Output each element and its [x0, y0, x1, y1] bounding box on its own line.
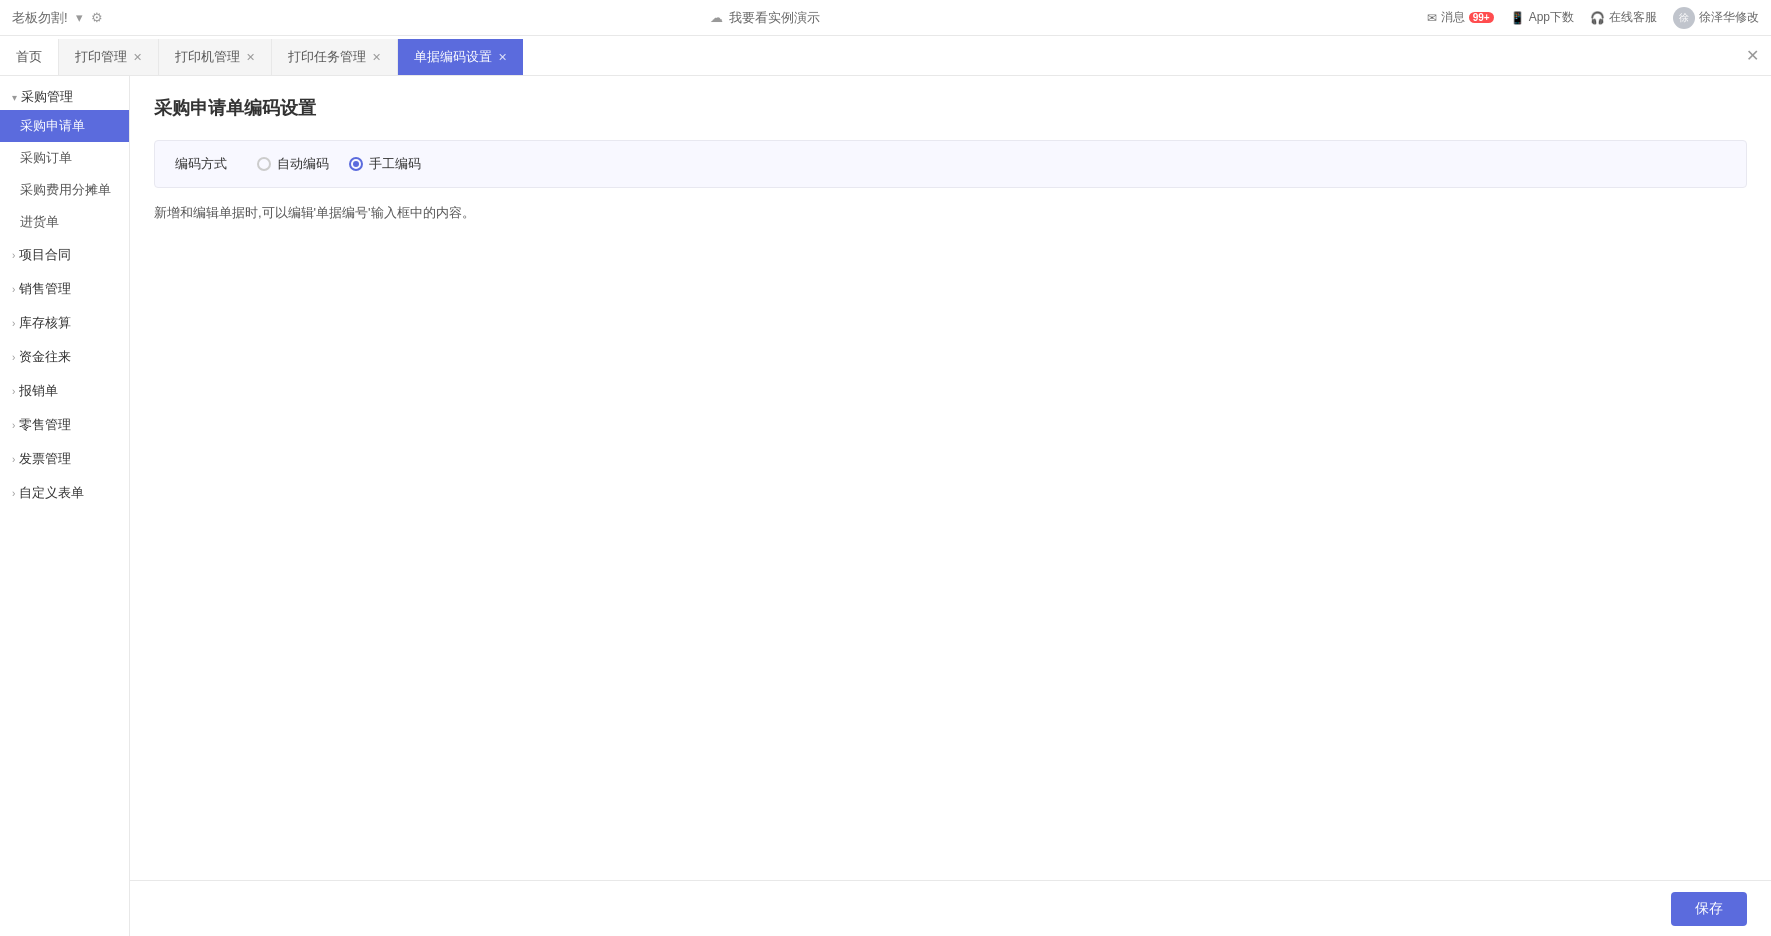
content-footer: 保存	[130, 880, 1771, 936]
main-layout: ▾ 采购管理 采购申请单 采购订单 采购费用分摊单 进货单 › 项目合同 › 销…	[0, 76, 1771, 936]
arrow-icon-custom-form: ›	[12, 488, 15, 499]
tab-printer-management-close[interactable]: ✕	[246, 51, 255, 64]
sidebar-item-purchase-expense[interactable]: 采购费用分摊单	[0, 174, 129, 206]
content-inner: 采购申请单编码设置 编码方式 自动编码 手工编码 新增和编辑单据时,可以编辑'单…	[130, 76, 1771, 880]
top-bar-right: ✉ 消息 99+ 📱 App下数 🎧 在线客服 徐 徐泽华修改	[1427, 7, 1759, 29]
arrow-icon-expense: ›	[12, 386, 15, 397]
sidebar-group-expense-label: 报销单	[19, 382, 58, 400]
app-download-label: App下数	[1529, 9, 1574, 26]
headset-icon: 🎧	[1590, 11, 1605, 25]
radio-circle-auto	[257, 157, 271, 171]
message-badge: 99+	[1469, 12, 1494, 23]
dropdown-icon[interactable]: ▾	[76, 10, 83, 25]
radio-option-auto[interactable]: 自动编码	[257, 155, 329, 173]
sidebar-group-invoice-label: 发票管理	[19, 450, 71, 468]
sidebar-item-purchase-request-label: 采购申请单	[20, 118, 85, 133]
sidebar-item-purchase-order-label: 采购订单	[20, 150, 72, 165]
cloud-icon: ☁	[710, 10, 723, 25]
arrow-icon-purchase: ▾	[12, 92, 17, 103]
sidebar-group-invoice[interactable]: › 发票管理	[0, 442, 129, 476]
hint-text: 新增和编辑单据时,可以编辑'单据编号'输入框中的内容。	[154, 204, 1747, 222]
sidebar: ▾ 采购管理 采购申请单 采购订单 采购费用分摊单 进货单 › 项目合同 › 销…	[0, 76, 130, 936]
tab-single-code-setting[interactable]: 单据编码设置 ✕	[398, 39, 523, 75]
sidebar-group-retail-label: 零售管理	[19, 416, 71, 434]
online-service-label: 在线客服	[1609, 9, 1657, 26]
tab-print-task-management-label: 打印任务管理	[288, 48, 366, 66]
tab-bar: 首页 打印管理 ✕ 打印机管理 ✕ 打印任务管理 ✕ 单据编码设置 ✕ ✕	[0, 36, 1771, 76]
tab-printer-management-label: 打印机管理	[175, 48, 240, 66]
arrow-icon-sales: ›	[12, 284, 15, 295]
message-icon: ✉	[1427, 11, 1437, 25]
sidebar-group-custom-form-label: 自定义表单	[19, 484, 84, 502]
arrow-icon-invoice: ›	[12, 454, 15, 465]
top-bar-center: ☁ 我要看实例演示	[710, 9, 820, 27]
arrow-icon-inventory: ›	[12, 318, 15, 329]
message-button[interactable]: ✉ 消息 99+	[1427, 9, 1494, 26]
encoding-label: 编码方式	[175, 155, 227, 173]
top-bar: 老板勿割! ▾ ⚙ ☁ 我要看实例演示 ✉ 消息 99+ 📱 App下数 🎧 在…	[0, 0, 1771, 36]
sidebar-group-project-label: 项目合同	[19, 246, 71, 264]
tab-print-task-management[interactable]: 打印任务管理 ✕	[272, 39, 398, 75]
save-button[interactable]: 保存	[1671, 892, 1747, 926]
radio-auto-label: 自动编码	[277, 155, 329, 173]
sidebar-item-incoming[interactable]: 进货单	[0, 206, 129, 238]
content-area: 采购申请单编码设置 编码方式 自动编码 手工编码 新增和编辑单据时,可以编辑'单…	[130, 76, 1771, 936]
top-bar-title: 老板勿割!	[12, 9, 68, 27]
user-name: 徐泽华修改	[1699, 9, 1759, 26]
sidebar-group-capital[interactable]: › 资金往来	[0, 340, 129, 374]
sidebar-group-inventory[interactable]: › 库存核算	[0, 306, 129, 340]
online-service-button[interactable]: 🎧 在线客服	[1590, 9, 1657, 26]
radio-option-manual[interactable]: 手工编码	[349, 155, 421, 173]
tab-home-label: 首页	[16, 48, 42, 66]
arrow-icon-retail: ›	[12, 420, 15, 431]
sidebar-group-inventory-label: 库存核算	[19, 314, 71, 332]
tab-printer-management[interactable]: 打印机管理 ✕	[159, 39, 272, 75]
sidebar-group-capital-label: 资金往来	[19, 348, 71, 366]
tab-single-code-setting-label: 单据编码设置	[414, 48, 492, 66]
sidebar-group-expense[interactable]: › 报销单	[0, 374, 129, 408]
sidebar-item-purchase-order[interactable]: 采购订单	[0, 142, 129, 174]
radio-manual-label: 手工编码	[369, 155, 421, 173]
top-bar-left: 老板勿割! ▾ ⚙	[12, 9, 103, 27]
encoding-section: 编码方式 自动编码 手工编码	[154, 140, 1747, 188]
app-download-button[interactable]: 📱 App下数	[1510, 9, 1574, 26]
radio-circle-manual	[349, 157, 363, 171]
sidebar-group-purchase-label: 采购管理	[21, 88, 73, 106]
sidebar-group-sales[interactable]: › 销售管理	[0, 272, 129, 306]
page-title: 采购申请单编码设置	[154, 96, 1747, 120]
radio-group: 自动编码 手工编码	[257, 155, 421, 173]
sidebar-item-purchase-expense-label: 采购费用分摊单	[20, 182, 111, 197]
app-icon: 📱	[1510, 11, 1525, 25]
sidebar-group-custom-form[interactable]: › 自定义表单	[0, 476, 129, 510]
arrow-icon-project: ›	[12, 250, 15, 261]
user-avatar: 徐	[1673, 7, 1695, 29]
sidebar-item-purchase-request[interactable]: 采购申请单	[0, 110, 129, 142]
tab-print-task-management-close[interactable]: ✕	[372, 51, 381, 64]
demo-text[interactable]: 我要看实例演示	[729, 9, 820, 27]
user-profile[interactable]: 徐 徐泽华修改	[1673, 7, 1759, 29]
sidebar-group-retail[interactable]: › 零售管理	[0, 408, 129, 442]
tab-print-management[interactable]: 打印管理 ✕	[59, 39, 159, 75]
message-label: 消息	[1441, 9, 1465, 26]
sidebar-group-purchase-title[interactable]: ▾ 采购管理	[0, 80, 129, 110]
arrow-icon-capital: ›	[12, 352, 15, 363]
tab-home[interactable]: 首页	[0, 39, 59, 75]
sidebar-item-incoming-label: 进货单	[20, 214, 59, 229]
tab-print-management-close[interactable]: ✕	[133, 51, 142, 64]
sidebar-group-project-contract[interactable]: › 项目合同	[0, 238, 129, 272]
sidebar-group-sales-label: 销售管理	[19, 280, 71, 298]
tab-area-close-button[interactable]: ✕	[1734, 35, 1771, 75]
tab-single-code-setting-close[interactable]: ✕	[498, 51, 507, 64]
tab-print-management-label: 打印管理	[75, 48, 127, 66]
sidebar-group-purchase: ▾ 采购管理 采购申请单 采购订单 采购费用分摊单 进货单	[0, 80, 129, 238]
settings-icon[interactable]: ⚙	[91, 10, 103, 25]
